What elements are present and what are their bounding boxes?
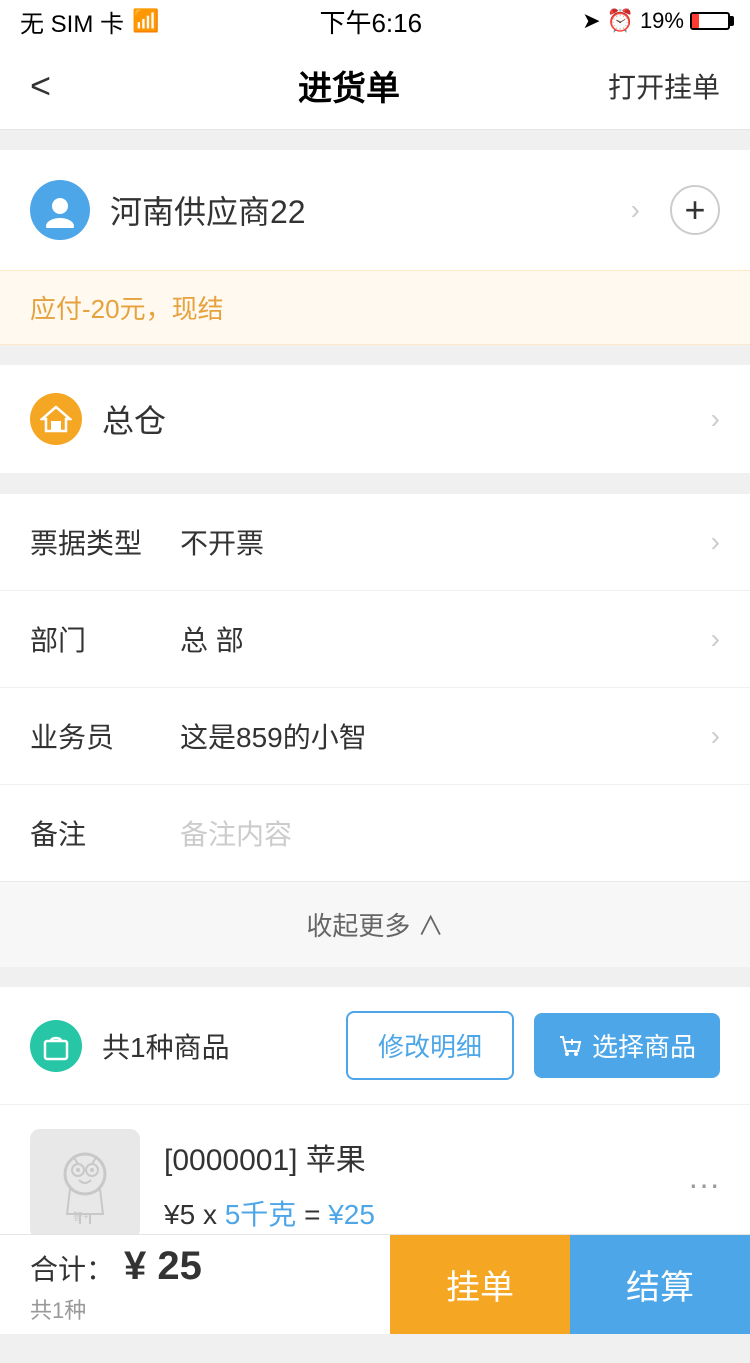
invoice-type-value: 不开票 xyxy=(150,522,701,562)
ellipsis-icon: ··· xyxy=(688,1166,720,1203)
section-gap-2 xyxy=(0,345,750,365)
supplier-row[interactable]: 河南供应商22 › + xyxy=(0,150,750,270)
open-pending-button[interactable]: 打开挂单 xyxy=(608,66,720,106)
warehouse-chevron-icon: › xyxy=(711,403,720,435)
back-button[interactable]: < xyxy=(30,65,90,107)
location-icon: ➤ xyxy=(582,8,600,34)
warehouse-row[interactable]: 总仓 › xyxy=(0,365,750,473)
select-product-button[interactable]: 选择商品 xyxy=(534,1013,720,1078)
product-more-button[interactable]: ··· xyxy=(688,1166,720,1203)
supplier-avatar xyxy=(30,180,90,240)
status-bar: 无 SIM 卡 📶 下午6:16 ➤ ⏰ 19% xyxy=(0,0,750,42)
product-count-text: 共1种商品 xyxy=(102,1026,326,1066)
product-code: [0000001] xyxy=(164,1144,297,1177)
product-section-card: 共1种商品 修改明细 选择商品 xyxy=(0,987,750,1263)
product-header: 共1种商品 修改明细 选择商品 xyxy=(0,987,750,1104)
product-info: [0000001] 苹果 ¥5 x 5千克 = ¥25 xyxy=(164,1135,688,1233)
product-price-row: ¥5 x 5千克 = ¥25 xyxy=(164,1193,688,1233)
status-left: 无 SIM 卡 📶 xyxy=(20,4,159,39)
department-value: 总 部 xyxy=(150,619,701,659)
total-sub-text: 共1种 xyxy=(30,1293,360,1325)
invoice-type-row[interactable]: 票据类型 不开票 › xyxy=(0,493,750,590)
product-total: ¥25 xyxy=(328,1199,375,1230)
supplier-name: 河南供应商22 xyxy=(110,187,631,233)
salesperson-row[interactable]: 业务员 这是859的小智 › xyxy=(0,687,750,784)
notes-row[interactable]: 备注 备注内容 xyxy=(0,784,750,881)
department-row[interactable]: 部门 总 部 › xyxy=(0,590,750,687)
notes-label: 备注 xyxy=(30,813,150,853)
total-amount-row: 合计： ¥ 25 xyxy=(30,1244,360,1289)
department-label: 部门 xyxy=(30,619,150,659)
product-multiply-icon: x xyxy=(203,1199,225,1230)
product-title: 苹果 xyxy=(306,1144,366,1177)
product-count-icon xyxy=(30,1020,82,1072)
total-amount: ¥ 25 xyxy=(124,1244,202,1289)
bottom-bar: 合计： ¥ 25 共1种 挂单 结算 xyxy=(0,1234,750,1334)
section-gap-4 xyxy=(0,967,750,987)
cart-icon xyxy=(558,1034,582,1058)
product-thumbnail: 智+ xyxy=(30,1129,140,1239)
battery-fill xyxy=(692,14,699,28)
warehouse-icon xyxy=(30,393,82,445)
alarm-icon: ⏰ xyxy=(607,8,634,34)
status-right: ➤ ⏰ 19% xyxy=(582,8,730,34)
page-title: 进货单 xyxy=(298,61,400,110)
battery-icon xyxy=(690,12,730,30)
total-section: 合计： ¥ 25 共1种 xyxy=(0,1235,390,1334)
select-product-label: 选择商品 xyxy=(592,1027,696,1064)
section-gap-1 xyxy=(0,130,750,150)
svg-text:智+: 智+ xyxy=(73,1210,89,1223)
nav-bar: < 进货单 打开挂单 xyxy=(0,42,750,130)
invoice-type-label: 票据类型 xyxy=(30,522,150,562)
add-supplier-button[interactable]: + xyxy=(670,185,720,235)
total-label: 合计： xyxy=(30,1248,114,1288)
product-equals-icon: = xyxy=(304,1199,328,1230)
wifi-icon: 📶 xyxy=(132,8,159,34)
checkout-button[interactable]: 结算 xyxy=(570,1235,750,1334)
collapse-bar[interactable]: 收起更多 ∧ xyxy=(0,881,750,967)
product-name: [0000001] 苹果 xyxy=(164,1135,688,1179)
status-time: 下午6:16 xyxy=(319,3,422,40)
user-icon xyxy=(42,192,78,228)
invoice-type-chevron-icon: › xyxy=(711,526,720,558)
home-icon xyxy=(40,405,72,433)
form-card: 票据类型 不开票 › 部门 总 部 › 业务员 这是859的小智 › 备注 备注… xyxy=(0,493,750,881)
supplier-alert-bar: 应付-20元，现结 xyxy=(0,270,750,345)
carrier-text: 无 SIM 卡 xyxy=(20,4,124,39)
supplier-card: 河南供应商22 › + 应付-20元，现结 xyxy=(0,150,750,345)
product-qty: 5千克 xyxy=(225,1199,297,1230)
battery-percent: 19% xyxy=(640,8,684,34)
warehouse-name: 总仓 xyxy=(102,396,711,442)
salesperson-chevron-icon: › xyxy=(711,720,720,752)
salesperson-value: 这是859的小智 xyxy=(150,716,701,756)
salesperson-label: 业务员 xyxy=(30,716,150,756)
shopping-bag-icon xyxy=(41,1031,71,1061)
supplier-chevron-icon: › xyxy=(631,194,640,226)
modify-detail-button[interactable]: 修改明细 xyxy=(346,1011,514,1080)
warehouse-card: 总仓 › xyxy=(0,365,750,473)
product-default-icon: 智+ xyxy=(45,1144,125,1224)
hang-order-button[interactable]: 挂单 xyxy=(390,1235,570,1334)
notes-value: 备注内容 xyxy=(150,813,720,853)
department-chevron-icon: › xyxy=(711,623,720,655)
section-gap-3 xyxy=(0,473,750,493)
product-unit-price: ¥5 xyxy=(164,1199,195,1230)
